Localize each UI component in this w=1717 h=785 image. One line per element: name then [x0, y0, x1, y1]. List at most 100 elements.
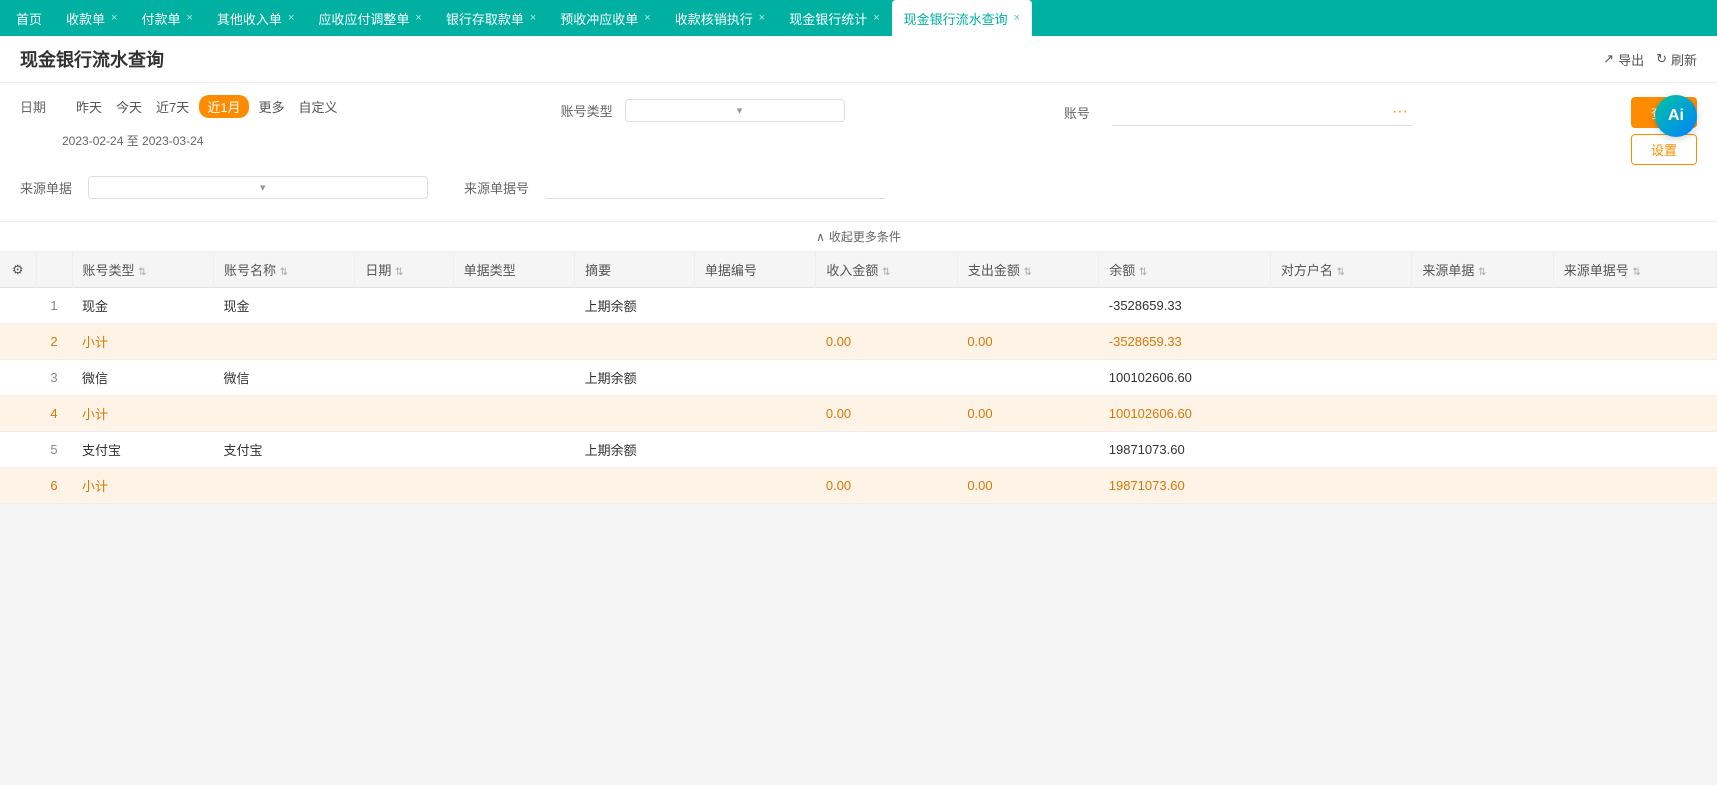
cell-date	[355, 396, 453, 432]
table-row[interactable]: 6 小计 0.00 0.00 19871073.60	[0, 468, 1717, 504]
cell-doc-no	[694, 324, 815, 360]
cell-summary	[575, 468, 695, 504]
filter-row-source: 来源单据 ▾ 来源单据号	[20, 175, 1697, 199]
nav-tab-5[interactable]: 预收冲应收单 ×	[548, 0, 662, 36]
date-opt-yesterday[interactable]: 昨天	[72, 95, 106, 118]
close-tab-7[interactable]: ×	[873, 12, 879, 24]
close-tab-6[interactable]: ×	[759, 12, 765, 24]
cell-settings	[0, 360, 36, 396]
cell-settings	[0, 288, 36, 324]
collapse-bar[interactable]: ∧ 收起更多条件	[0, 222, 1717, 252]
close-tab-1[interactable]: ×	[186, 12, 192, 24]
close-tab-5[interactable]: ×	[644, 12, 650, 24]
collapse-text: 收起更多条件	[829, 228, 901, 245]
date-opt-more[interactable]: 更多	[255, 95, 289, 118]
ai-badge[interactable]: Ai	[1655, 95, 1697, 137]
cell-doc-type	[453, 432, 574, 468]
cell-doc-type	[453, 360, 574, 396]
col-account-type[interactable]: 账号类型 ⇅	[72, 252, 213, 288]
close-tab-4[interactable]: ×	[530, 12, 536, 24]
col-source-doc[interactable]: 来源单据 ⇅	[1412, 252, 1553, 288]
cell-source-doc	[1412, 468, 1553, 504]
cell-source-doc-no	[1553, 468, 1716, 504]
date-opt-1month[interactable]: 近1月	[199, 95, 248, 118]
settings-button[interactable]: 设置	[1631, 134, 1697, 165]
cell-source-doc	[1412, 288, 1553, 324]
col-balance[interactable]: 余额 ⇅	[1099, 252, 1271, 288]
table-row[interactable]: 2 小计 0.00 0.00 -3528659.33	[0, 324, 1717, 360]
sort-icon-balance: ⇅	[1139, 267, 1147, 278]
cell-account-type: 小计	[72, 396, 213, 432]
nav-tab-2[interactable]: 其他收入单 ×	[205, 0, 306, 36]
export-button[interactable]: ↗ 导出	[1603, 50, 1644, 69]
source-doc-select[interactable]: ▾	[88, 176, 428, 199]
nav-tab-1[interactable]: 付款单 ×	[129, 0, 204, 36]
table-row[interactable]: 5 支付宝 支付宝 上期余额 19871073.60	[0, 432, 1717, 468]
cell-source-doc-no	[1553, 324, 1716, 360]
cell-source-doc	[1412, 432, 1553, 468]
source-doc-no-label: 来源单据号	[464, 178, 529, 197]
date-opt-7days[interactable]: 近7天	[152, 95, 193, 118]
account-type-select[interactable]: ▾	[625, 99, 845, 122]
cell-summary: 上期余额	[575, 360, 695, 396]
col-account-name[interactable]: 账号名称 ⇅	[213, 252, 354, 288]
date-opt-custom[interactable]: 自定义	[295, 95, 342, 118]
col-counterparty[interactable]: 对方户名 ⇅	[1270, 252, 1411, 288]
cell-expense: 0.00	[957, 396, 1098, 432]
table-body: 1 现金 现金 上期余额 -3528659.33 2 小计 0.00 0.00 …	[0, 288, 1717, 504]
account-input[interactable]	[1116, 105, 1392, 120]
nav-tab-3[interactable]: 应收应付调整单 ×	[306, 0, 433, 36]
sort-icon-income: ⇅	[882, 267, 890, 278]
cell-doc-no	[694, 288, 815, 324]
nav-tab-7[interactable]: 现金银行统计 ×	[777, 0, 891, 36]
col-income[interactable]: 收入金额 ⇅	[816, 252, 957, 288]
refresh-button[interactable]: ↻ 刷新	[1656, 50, 1697, 69]
source-doc-chevron: ▾	[260, 181, 419, 194]
date-range-display: 2023-02-24 至 2023-03-24	[20, 132, 342, 149]
col-rownum	[36, 252, 72, 288]
col-doc-type: 单据类型	[453, 252, 574, 288]
close-tab-8[interactable]: ×	[1014, 12, 1020, 24]
nav-tab-4[interactable]: 银行存取款单 ×	[434, 0, 548, 36]
table-row[interactable]: 4 小计 0.00 0.00 100102606.60	[0, 396, 1717, 432]
refresh-icon: ↻	[1656, 51, 1667, 67]
cell-income: 0.00	[816, 468, 957, 504]
cell-account-type: 支付宝	[72, 432, 213, 468]
top-nav: 首页 收款单 × 付款单 × 其他收入单 × 应收应付调整单 × 银行存取款单 …	[0, 0, 1717, 36]
filter-row-date: 日期 昨天 今天 近7天 近1月 更多 自定义	[20, 95, 342, 118]
nav-tab-label-6: 收款核销执行	[675, 9, 753, 28]
col-source-doc-no[interactable]: 来源单据号 ⇅	[1553, 252, 1716, 288]
table-row[interactable]: 3 微信 微信 上期余额 100102606.60	[0, 360, 1717, 396]
cell-summary	[575, 324, 695, 360]
cell-date	[355, 468, 453, 504]
account-type-label: 账号类型	[561, 101, 613, 120]
cell-settings	[0, 432, 36, 468]
source-doc-no-input[interactable]	[545, 175, 885, 199]
account-type-chevron: ▾	[737, 104, 836, 117]
nav-tab-label-4: 银行存取款单	[446, 9, 524, 28]
cell-income: 0.00	[816, 396, 957, 432]
nav-tab-0[interactable]: 收款单 ×	[54, 0, 129, 36]
cell-balance: 19871073.60	[1099, 468, 1271, 504]
nav-tab-6[interactable]: 收款核销执行 ×	[663, 0, 777, 36]
cell-settings	[0, 396, 36, 432]
close-tab-3[interactable]: ×	[415, 12, 421, 24]
col-date[interactable]: 日期 ⇅	[355, 252, 453, 288]
cell-expense: 0.00	[957, 468, 1098, 504]
nav-tab-8[interactable]: 现金银行流水查询 ×	[892, 0, 1032, 36]
close-tab-2[interactable]: ×	[288, 12, 294, 24]
account-dots-button[interactable]: ···	[1392, 103, 1408, 121]
table-container: ⚙ 账号类型 ⇅ 账号名称 ⇅ 日期 ⇅ 单据类型 摘要 单据编号 收入金额 ⇅…	[0, 252, 1717, 504]
date-opt-today[interactable]: 今天	[112, 95, 146, 118]
cell-account-name	[213, 324, 354, 360]
cell-account-name	[213, 396, 354, 432]
col-settings[interactable]: ⚙	[0, 252, 36, 288]
col-expense[interactable]: 支出金额 ⇅	[957, 252, 1098, 288]
cell-income	[816, 288, 957, 324]
cell-summary	[575, 396, 695, 432]
close-tab-0[interactable]: ×	[111, 12, 117, 24]
table-row[interactable]: 1 现金 现金 上期余额 -3528659.33	[0, 288, 1717, 324]
cell-rownum: 1	[36, 288, 72, 324]
nav-home[interactable]: 首页	[4, 9, 54, 28]
cell-balance: 19871073.60	[1099, 432, 1271, 468]
